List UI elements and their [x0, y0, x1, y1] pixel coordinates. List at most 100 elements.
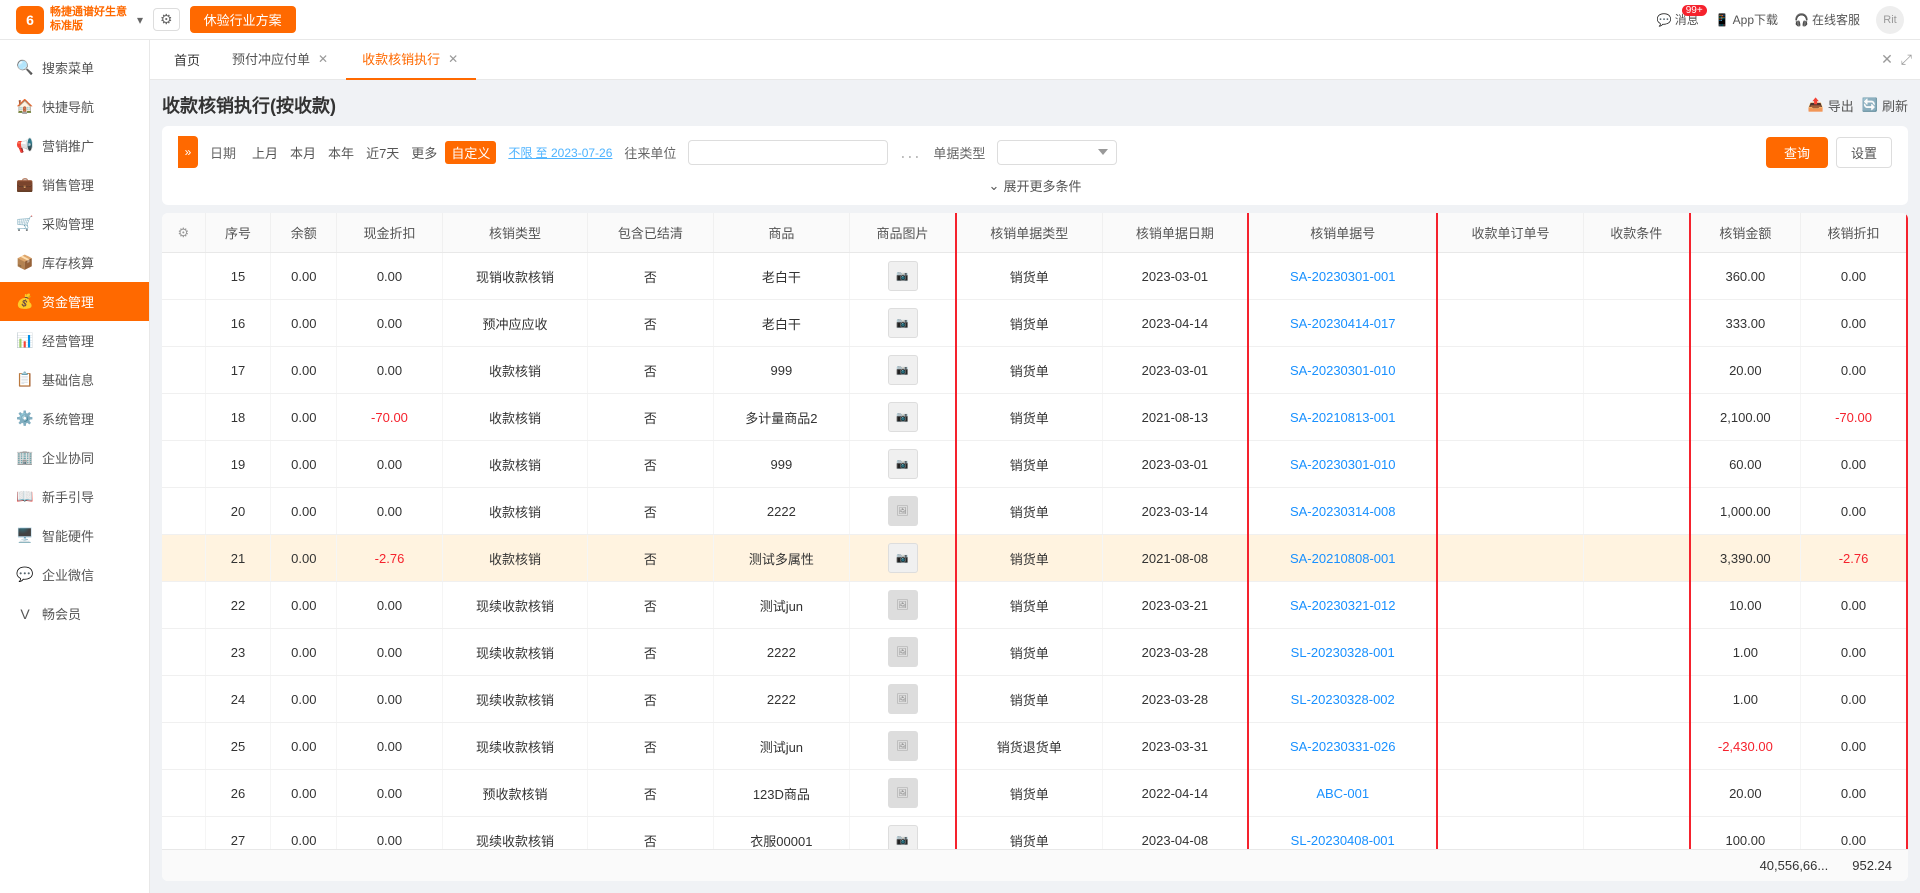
logo-line1: 畅捷通谱好生意 [50, 6, 127, 19]
sidebar-item-purchase[interactable]: 🛒 采购管理 [0, 204, 149, 243]
cell-settings [162, 394, 205, 441]
sidebar-item-quicknav[interactable]: 🏠 快捷导航 [0, 87, 149, 126]
vip-icon: V [16, 605, 34, 623]
date-link-thismonth[interactable]: 本月 [286, 141, 320, 164]
cell-include-cleared: 否 [588, 676, 713, 723]
tab-close-window-button[interactable]: ✕ [1881, 51, 1893, 68]
cell-amount: -2,430.00 [1690, 723, 1801, 770]
industry-solution-button[interactable]: 休验行业方案 [190, 6, 296, 33]
message-button[interactable]: 💬 消息 99+ [1657, 11, 1699, 28]
expand-conditions-button[interactable]: ⌄ 展开更多条件 [989, 176, 1082, 195]
tab-prepay[interactable]: 预付冲应付单 ✕ [216, 40, 346, 80]
online-service-button[interactable]: 🎧 在线客服 [1794, 11, 1860, 28]
bill-no-link[interactable]: SA-20230314-008 [1290, 504, 1396, 519]
sidebar-item-enterprise[interactable]: 🏢 企业协同 [0, 438, 149, 477]
sidebar-item-finance[interactable]: 💰 资金管理 [0, 282, 149, 321]
cart-icon: 🛒 [16, 215, 34, 233]
cell-include-cleared: 否 [588, 629, 713, 676]
voucher-type-select[interactable] [997, 140, 1117, 165]
sidebar-item-marketing[interactable]: 📢 营销推广 [0, 126, 149, 165]
filter-toggle-button[interactable]: » [178, 136, 198, 168]
bill-no-link[interactable]: SA-20230331-026 [1290, 739, 1396, 754]
cell-goods-img: 📷 [850, 300, 956, 347]
cell-bill-no: SA-20230301-001 [1248, 253, 1437, 300]
date-link-custom[interactable]: 自定义 [445, 141, 496, 164]
money-icon: 💰 [16, 293, 34, 311]
sidebar-item-sales[interactable]: 💼 销售管理 [0, 165, 149, 204]
bill-no-link[interactable]: SA-20230301-010 [1290, 457, 1396, 472]
date-link-thisyear[interactable]: 本年 [324, 141, 358, 164]
bill-no-link[interactable]: SA-20230301-010 [1290, 363, 1396, 378]
counterpart-input[interactable] [688, 140, 888, 165]
th-bill-no: 核销单据号 [1248, 213, 1437, 253]
counterpart-dots[interactable]: ... [900, 142, 921, 163]
cell-bill-date: 2023-03-28 [1102, 676, 1248, 723]
sidebar-item-system[interactable]: ⚙️ 系统管理 [0, 399, 149, 438]
bill-no-link[interactable]: SL-20230408-001 [1291, 833, 1395, 848]
tab-receipt-cancel-close[interactable]: ✕ [446, 52, 460, 66]
cell-goods-img: 📷 [850, 253, 956, 300]
query-button[interactable]: 查询 [1766, 137, 1828, 168]
th-settings[interactable]: ⚙ [162, 213, 205, 253]
cell-no: 23 [205, 629, 271, 676]
tab-prepay-close[interactable]: ✕ [316, 52, 330, 66]
export-button[interactable]: 📤 导出 [1808, 96, 1854, 115]
main-content: 首页 预付冲应付单 ✕ 收款核销执行 ✕ ✕ ⤢ 收款核销执行(按收款) [150, 40, 1920, 893]
filter-settings-button[interactable]: 设置 [1836, 137, 1892, 168]
cell-goods-img: 📷 [850, 817, 956, 850]
sidebar-item-operation[interactable]: 📊 经营管理 [0, 321, 149, 360]
cell-receipt-order [1437, 535, 1583, 582]
tab-receipt-cancel[interactable]: 收款核销执行 ✕ [346, 40, 476, 80]
table-scroll[interactable]: ⚙ 序号 余额 现金折扣 核销类型 包含已结清 商品 商品图片 核销单据类型 核… [162, 213, 1908, 849]
th-amount: 核销金额 [1690, 213, 1801, 253]
cell-include-cleared: 否 [588, 488, 713, 535]
settings-gear-button[interactable]: ⚙ [153, 8, 180, 31]
cell-goods-img: 🖼 [850, 676, 956, 723]
sidebar-item-basicinfo[interactable]: 📋 基础信息 [0, 360, 149, 399]
cell-settings [162, 582, 205, 629]
sidebar-item-vip[interactable]: V 畅会员 [0, 594, 149, 633]
cell-discount: 0.00 [1801, 582, 1907, 629]
sidebar-item-wechat[interactable]: 💬 企业微信 [0, 555, 149, 594]
sidebar-item-label: 库存核算 [42, 253, 94, 272]
cell-no: 15 [205, 253, 271, 300]
date-link-lastmonth[interactable]: 上月 [248, 141, 282, 164]
cell-cancel-type: 现续收款核销 [442, 582, 587, 629]
bill-no-link[interactable]: SA-20230414-017 [1290, 316, 1396, 331]
date-link-more[interactable]: 更多 [407, 141, 441, 164]
bill-no-link[interactable]: SA-20230321-012 [1290, 598, 1396, 613]
app-download-button[interactable]: 📱 App下载 [1715, 11, 1778, 28]
cell-amount: 60.00 [1690, 441, 1801, 488]
bill-no-link[interactable]: SA-20230301-001 [1290, 269, 1396, 284]
sidebar-item-inventory[interactable]: 📦 库存核算 [0, 243, 149, 282]
tab-maximize-button[interactable]: ⤢ [1901, 51, 1912, 68]
table-row: 19 0.00 0.00 收款核销 否 999 📷 销货单 2023-03-01… [162, 441, 1907, 488]
sidebar-item-smarthw[interactable]: 🖥️ 智能硬件 [0, 516, 149, 555]
filter-voucher-type-label: 单据类型 [933, 143, 985, 162]
tab-home[interactable]: 首页 [158, 40, 216, 80]
date-range-display[interactable]: 不限 至 2023-07-26 [508, 144, 612, 161]
bill-no-link[interactable]: SA-20210813-001 [1290, 410, 1396, 425]
bill-no-link[interactable]: ABC-001 [1316, 786, 1369, 801]
cell-receipt-cond [1583, 629, 1689, 676]
refresh-button[interactable]: 🔄 刷新 [1862, 96, 1908, 115]
date-link-7days[interactable]: 近7天 [362, 141, 403, 164]
sidebar-item-search[interactable]: 🔍 搜索菜单 [0, 48, 149, 87]
cell-bill-type: 销货单 [956, 300, 1102, 347]
cell-receipt-order [1437, 629, 1583, 676]
bill-no-link[interactable]: SL-20230328-001 [1291, 645, 1395, 660]
cell-receipt-cond [1583, 488, 1689, 535]
bill-no-link[interactable]: SA-20210808-001 [1290, 551, 1396, 566]
sidebar-item-guide[interactable]: 📖 新手引导 [0, 477, 149, 516]
sidebar-item-label: 新手引导 [42, 487, 94, 506]
th-no: 序号 [205, 213, 271, 253]
th-receipt-order: 收款单订单号 [1437, 213, 1583, 253]
cell-include-cleared: 否 [588, 441, 713, 488]
table-row: 15 0.00 0.00 现销收款核销 否 老白干 📷 销货单 2023-03-… [162, 253, 1907, 300]
user-avatar[interactable]: Rit [1876, 6, 1904, 34]
cell-bill-type: 销货单 [956, 676, 1102, 723]
logo-dropdown-button[interactable]: ▾ [137, 13, 143, 27]
bill-no-link[interactable]: SL-20230328-002 [1291, 692, 1395, 707]
cell-amount: 20.00 [1690, 770, 1801, 817]
goods-image: 📷 [888, 543, 918, 573]
